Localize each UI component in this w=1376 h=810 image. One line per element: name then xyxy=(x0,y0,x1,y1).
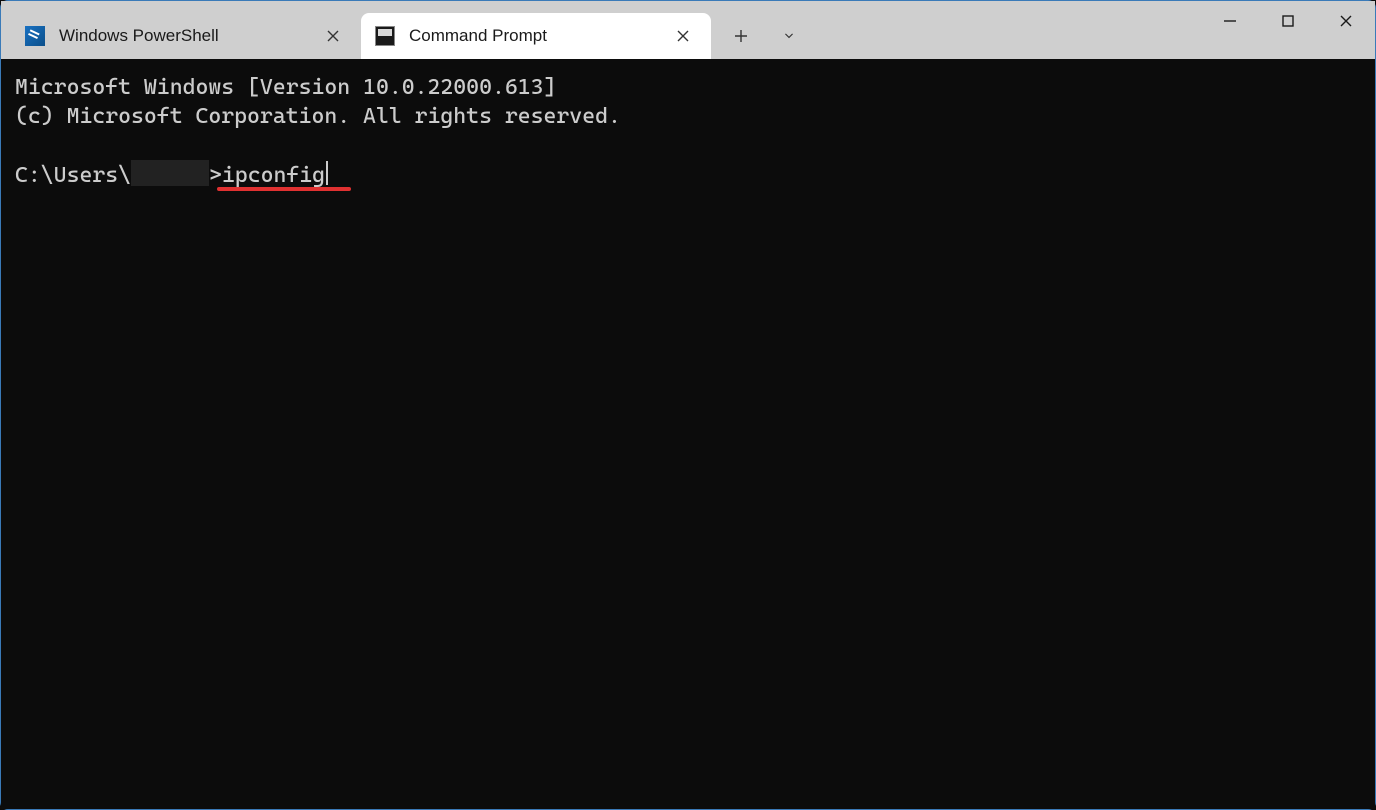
text-cursor xyxy=(326,161,328,185)
new-tab-button[interactable] xyxy=(717,13,765,59)
powershell-icon xyxy=(25,26,45,46)
tab-dropdown-button[interactable] xyxy=(765,13,813,59)
typed-command: ipconfig xyxy=(222,163,325,188)
titlebar: Windows PowerShell Command Prompt xyxy=(1,1,1375,59)
redacted-username xyxy=(131,160,209,186)
tab-title: Windows PowerShell xyxy=(59,26,311,46)
cmd-icon xyxy=(375,26,395,46)
banner-line: Microsoft Windows [Version 10.0.22000.61… xyxy=(15,75,556,100)
window-controls xyxy=(1201,1,1375,41)
prompt-prefix: C:\Users\ xyxy=(15,163,131,188)
annotation-underline xyxy=(217,187,351,191)
tab-title: Command Prompt xyxy=(409,26,661,46)
tab-powershell[interactable]: Windows PowerShell xyxy=(11,13,361,59)
terminal-output[interactable]: Microsoft Windows [Version 10.0.22000.61… xyxy=(1,59,1375,809)
banner-line: (c) Microsoft Corporation. All rights re… xyxy=(15,104,621,129)
close-tab-button[interactable] xyxy=(319,22,347,50)
minimize-button[interactable] xyxy=(1201,1,1259,41)
tab-command-prompt[interactable]: Command Prompt xyxy=(361,13,711,59)
maximize-button[interactable] xyxy=(1259,1,1317,41)
close-tab-button[interactable] xyxy=(669,22,697,50)
tabbar-controls xyxy=(717,13,813,59)
close-window-button[interactable] xyxy=(1317,1,1375,41)
prompt-suffix: > xyxy=(209,163,222,188)
